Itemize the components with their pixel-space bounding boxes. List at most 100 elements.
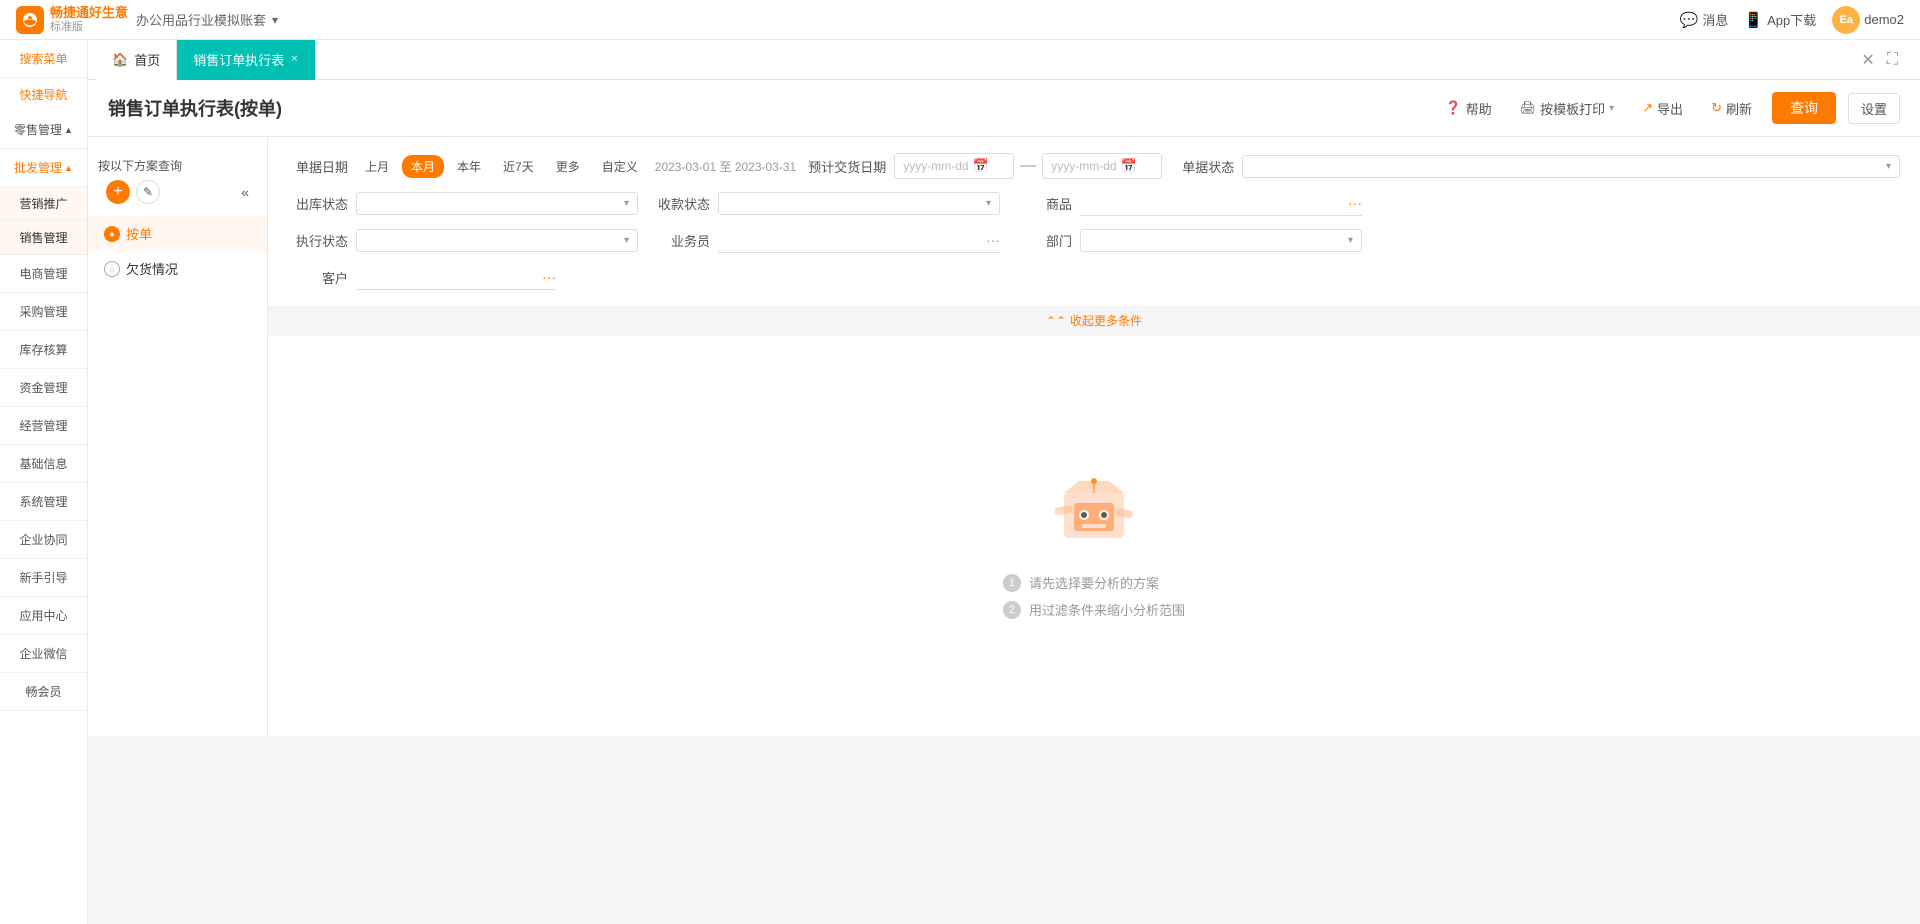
receipt-status-label: 收款状态	[650, 194, 710, 213]
collapse-conditions-button[interactable]: ⌃⌃ 收起更多条件	[268, 306, 1920, 335]
window-maximize-icon[interactable]: ⛶	[1881, 51, 1904, 69]
empty-tips: 1 请先选择要分析的方案 2 用过滤条件来缩小分析范围	[1003, 573, 1185, 619]
calendar-end-icon: 📅	[1121, 158, 1137, 174]
sidebar-item-member[interactable]: 畅会员	[0, 673, 87, 711]
breadcrumb-dropdown-icon[interactable]: ▾	[272, 13, 278, 27]
logo-text: 畅捷通好生意 标准版	[50, 5, 128, 34]
header-left: 畅捷通好生意 标准版 办公用品行业模拟账套 ▾	[16, 5, 278, 34]
logo-area[interactable]: 畅捷通好生意 标准版	[16, 5, 128, 34]
panel-item-arrears[interactable]: ○ 欠货情况	[88, 251, 267, 286]
export-icon: ↗	[1642, 100, 1653, 116]
breadcrumb[interactable]: 办公用品行业模拟账套 ▾	[136, 10, 278, 29]
customer-input[interactable]: ···	[356, 265, 556, 290]
filter-row-2: 出库状态 ▾ 收款状态 ▾	[288, 191, 1900, 216]
date-btn-custom[interactable]: 自定义	[593, 155, 647, 178]
salesperson-input[interactable]: ···	[718, 228, 1000, 253]
refresh-button[interactable]: ↻ 刷新	[1703, 95, 1760, 122]
avatar: Ea	[1832, 6, 1860, 34]
header-right: 💬 消息 📱 App下载 Ea demo2	[1680, 6, 1904, 34]
filter-salesperson: 业务员 ···	[650, 228, 1000, 253]
message-button[interactable]: 💬 消息	[1680, 10, 1729, 29]
sidebar-item-weixin[interactable]: 企业微信	[0, 635, 87, 673]
sidebar-item-retail[interactable]: 零售管理 ▲	[0, 111, 87, 149]
out-status-label: 出库状态	[288, 194, 348, 213]
sidebar-item-wholesale[interactable]: 批发管理 ▲	[0, 149, 87, 187]
sidebar-item-inventory[interactable]: 库存核算	[0, 331, 87, 369]
sidebar-item-operations[interactable]: 经营管理	[0, 407, 87, 445]
left-panel-toolbar: + ✎ «	[98, 180, 257, 212]
tab-home[interactable]: 🏠 首页	[96, 40, 177, 80]
sidebar-item-marketing[interactable]: 营销推广	[0, 187, 87, 221]
customer-label: 客户	[288, 268, 348, 287]
export-button[interactable]: ↗ 导出	[1634, 95, 1691, 122]
receipt-status-select[interactable]: ▾	[718, 192, 1000, 215]
window-close-icon[interactable]: ✕	[1855, 50, 1880, 70]
message-icon: 💬	[1680, 11, 1699, 29]
top-header: 畅捷通好生意 标准版 办公用品行业模拟账套 ▾ 💬 消息 📱 App下载 Ea …	[0, 0, 1920, 40]
expected-date-start-input[interactable]: yyyy-mm-dd 📅	[894, 153, 1014, 179]
out-status-select[interactable]: ▾	[356, 192, 638, 215]
sidebar-item-purchase[interactable]: 采购管理	[0, 293, 87, 331]
sidebar-search[interactable]: 搜索菜单	[0, 40, 87, 78]
sidebar-item-system[interactable]: 系统管理	[0, 483, 87, 521]
add-plan-button[interactable]: +	[106, 180, 130, 204]
left-panel: 按以下方案查询 + ✎ « ● 按单 ○	[88, 137, 268, 736]
settings-button[interactable]: 设置	[1848, 93, 1900, 124]
sidebar-quick-nav[interactable]: 快捷导航	[0, 78, 87, 111]
breadcrumb-text: 办公用品行业模拟账套	[136, 10, 266, 29]
filter-department: 部门 ▾	[1012, 229, 1362, 252]
date-btn-more[interactable]: 更多	[547, 155, 589, 178]
help-button[interactable]: ❓ 帮助	[1437, 95, 1499, 122]
app-download-button[interactable]: 📱 App下载	[1744, 10, 1816, 29]
tab-sales-order[interactable]: 销售订单执行表 ✕	[177, 40, 315, 80]
sidebar-item-ecommerce[interactable]: 电商管理	[0, 255, 87, 293]
filter-out-status: 出库状态 ▾	[288, 192, 638, 215]
date-range-display: 2023-03-01 至 2023-03-31	[655, 158, 796, 175]
logo-icon	[16, 6, 44, 34]
page-title: 销售订单执行表(按单)	[108, 95, 282, 133]
date-btn-this-year[interactable]: 本年	[448, 155, 490, 178]
page-header-actions: ❓ 帮助 🖨 按模板打印 ▾ ↗ 导出 ↻ 刷新	[1437, 92, 1900, 136]
customer-dots-icon[interactable]: ···	[542, 269, 556, 285]
date-btn-this-month[interactable]: 本月	[402, 155, 444, 178]
filter-doc-status: 单据状态 ▾	[1174, 155, 1900, 178]
expected-date-end-input[interactable]: yyyy-mm-dd 📅	[1042, 153, 1162, 179]
tip-num-2: 2	[1003, 601, 1021, 619]
department-select[interactable]: ▾	[1080, 229, 1362, 252]
sidebar-item-appstore[interactable]: 应用中心	[0, 597, 87, 635]
panel-item-order[interactable]: ● 按单	[88, 216, 267, 251]
sidebar-item-company[interactable]: 企业协同	[0, 521, 87, 559]
filter-row-3: 执行状态 ▾ 业务员 ···	[288, 228, 1900, 253]
product-dots-icon[interactable]: ···	[1348, 195, 1362, 211]
filter-product: 商品 ···	[1012, 191, 1362, 216]
date-shortcuts: 上月 本月 本年 近7天 更多 自定义	[356, 155, 647, 178]
exec-status-label: 执行状态	[288, 231, 348, 250]
tab-close-icon[interactable]: ✕	[290, 54, 298, 65]
sidebar-item-newbie[interactable]: 新手引导	[0, 559, 87, 597]
date-btn-last7[interactable]: 近7天	[494, 155, 543, 178]
plan-query-label: 按以下方案查询	[98, 157, 257, 174]
filter-date-item: 单据日期 上月 本月 本年 近7天 更多 自定义 2023-03-01 至 20…	[288, 155, 796, 178]
doc-status-select[interactable]: ▾	[1242, 155, 1900, 178]
date-btn-last-month[interactable]: 上月	[356, 155, 398, 178]
collapse-panel-button[interactable]: «	[241, 184, 249, 200]
sidebar-item-finance[interactable]: 资金管理	[0, 369, 87, 407]
edit-plan-button[interactable]: ✎	[136, 180, 160, 204]
print-button[interactable]: 🖨 按模板打印 ▾	[1512, 95, 1623, 122]
user-profile[interactable]: Ea demo2	[1832, 6, 1904, 34]
department-label: 部门	[1012, 231, 1072, 250]
filter-main: 单据日期 上月 本月 本年 近7天 更多 自定义 2023-03-01 至 20…	[268, 137, 1920, 736]
filter-row-1: 单据日期 上月 本月 本年 近7天 更多 自定义 2023-03-01 至 20…	[288, 153, 1900, 179]
filter-exec-status: 执行状态 ▾	[288, 229, 638, 252]
salesperson-dots-icon[interactable]: ···	[986, 232, 1000, 248]
sidebar-item-basic[interactable]: 基础信息	[0, 445, 87, 483]
doc-status-arrow-icon: ▾	[1886, 161, 1891, 172]
salesperson-label: 业务员	[650, 231, 710, 250]
department-arrow-icon: ▾	[1348, 235, 1353, 246]
query-button[interactable]: 查询	[1772, 92, 1836, 124]
content-area: 🏠 首页 销售订单执行表 ✕ ✕ ⛶ 销售订单执行表(按单) ❓ 帮助	[88, 40, 1920, 924]
exec-status-select[interactable]: ▾	[356, 229, 638, 252]
product-input[interactable]: ···	[1080, 191, 1362, 216]
sidebar-item-sales[interactable]: 销售管理	[0, 221, 87, 255]
print-dropdown-icon[interactable]: ▾	[1609, 103, 1614, 114]
